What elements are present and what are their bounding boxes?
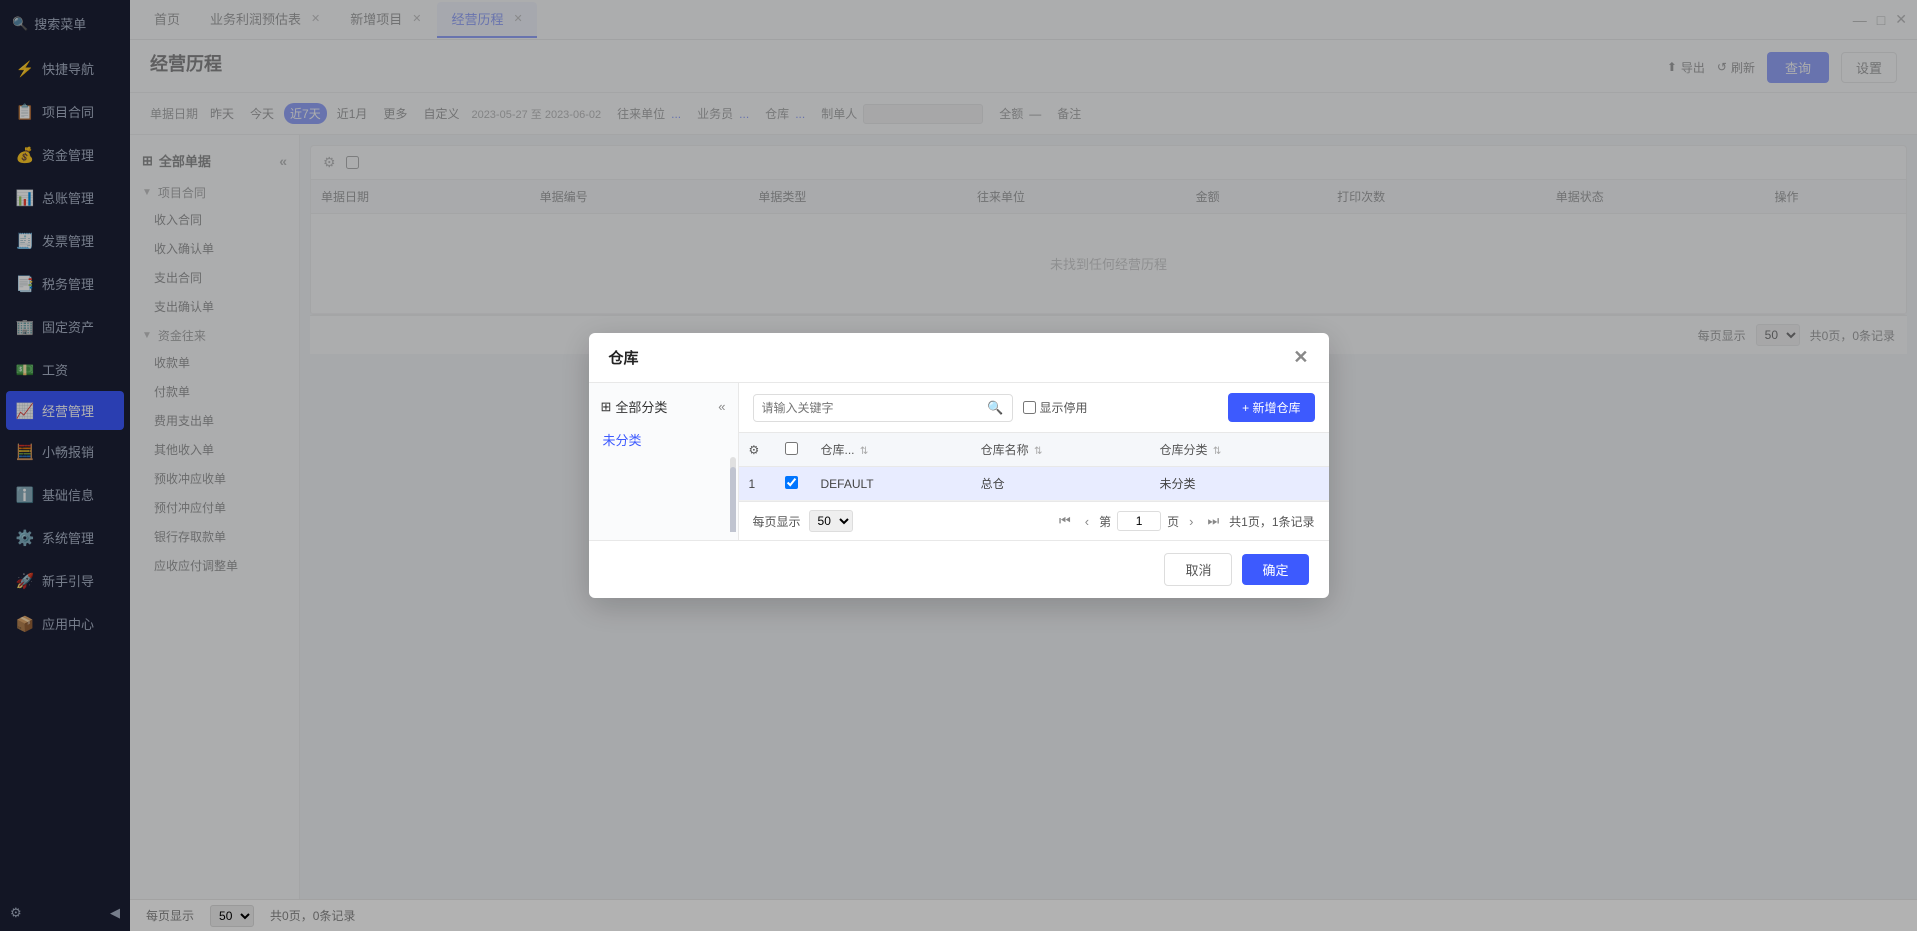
col-category: 仓库分类 ⇅ (1150, 433, 1329, 467)
first-page-button[interactable]: ⏮ (1055, 511, 1075, 531)
row-code: DEFAULT (811, 467, 971, 501)
next-page-button[interactable]: › (1185, 512, 1197, 531)
add-warehouse-button[interactable]: + 新增仓库 (1228, 393, 1314, 422)
modal-footer: 每页显示 50 ⏮ ‹ 第 页 › ⏭ 共1页，1条记录 (739, 501, 1329, 540)
modal-close-button[interactable]: ✕ (1293, 347, 1308, 368)
search-icon[interactable]: 🔍 (979, 395, 1011, 421)
modal-toolbar: 🔍 显示停用 + 新增仓库 (739, 383, 1329, 433)
confirm-button[interactable]: 确定 (1242, 554, 1308, 585)
modal-actions: 取消 确定 (589, 540, 1329, 598)
warehouse-modal: 仓库 ✕ ⊞ 全部分类 « 未分类 (589, 333, 1329, 598)
category-icon: ⊞ (601, 399, 612, 415)
row-name: 总仓 (971, 467, 1150, 501)
modal-left-header: ⊞ 全部分类 « (589, 391, 738, 422)
row-num: 1 (739, 467, 775, 501)
modal-body: ⊞ 全部分类 « 未分类 🔍 (589, 383, 1329, 540)
last-page-button[interactable]: ⏭ (1203, 511, 1223, 531)
row-checkbox[interactable] (775, 467, 811, 501)
modal-table-wrap: ⚙ 仓库... ⇅ 仓库名称 ⇅ (739, 433, 1329, 501)
modal-select-all[interactable] (785, 442, 798, 455)
col-settings[interactable]: ⚙ (739, 433, 775, 467)
modal-search-input[interactable] (754, 396, 980, 420)
modal-total: 共1页，1条记录 (1229, 513, 1314, 530)
modal-per-page[interactable]: 50 (809, 510, 853, 532)
row-category: 未分类 (1150, 467, 1329, 501)
sort-name-icon[interactable]: ⇅ (1034, 446, 1042, 457)
category-collapse-icon[interactable]: « (718, 399, 725, 414)
modal-table: ⚙ 仓库... ⇅ 仓库名称 ⇅ (739, 433, 1329, 501)
modal-left-panel: ⊞ 全部分类 « 未分类 (589, 383, 739, 540)
modal-overlay: 仓库 ✕ ⊞ 全部分类 « 未分类 (0, 0, 1917, 931)
col-code: 仓库... ⇅ (811, 433, 971, 467)
page-number-input[interactable] (1117, 511, 1161, 531)
modal-table-header: ⚙ 仓库... ⇅ 仓库名称 ⇅ (739, 433, 1329, 467)
modal-row-1[interactable]: 1 DEFAULT 总仓 未分类 (739, 467, 1329, 501)
category-uncategorized[interactable]: 未分类 (589, 422, 738, 457)
modal-search-box: 🔍 (753, 394, 1013, 422)
col-name: 仓库名称 ⇅ (971, 433, 1150, 467)
cancel-button[interactable]: 取消 (1164, 553, 1232, 586)
sort-cat-icon[interactable]: ⇅ (1213, 446, 1221, 457)
prev-page-button[interactable]: ‹ (1081, 512, 1093, 531)
modal-title: 仓库 (609, 347, 639, 368)
sort-code-icon[interactable]: ⇅ (860, 446, 868, 457)
show-disabled-checkbox[interactable]: 显示停用 (1023, 399, 1088, 416)
col-checkbox (775, 433, 811, 467)
modal-pagination: ⏮ ‹ 第 页 › ⏭ 共1页，1条记录 (1055, 511, 1314, 531)
modal-header: 仓库 ✕ (589, 333, 1329, 383)
modal-right-panel: 🔍 显示停用 + 新增仓库 ⚙ (739, 383, 1329, 540)
